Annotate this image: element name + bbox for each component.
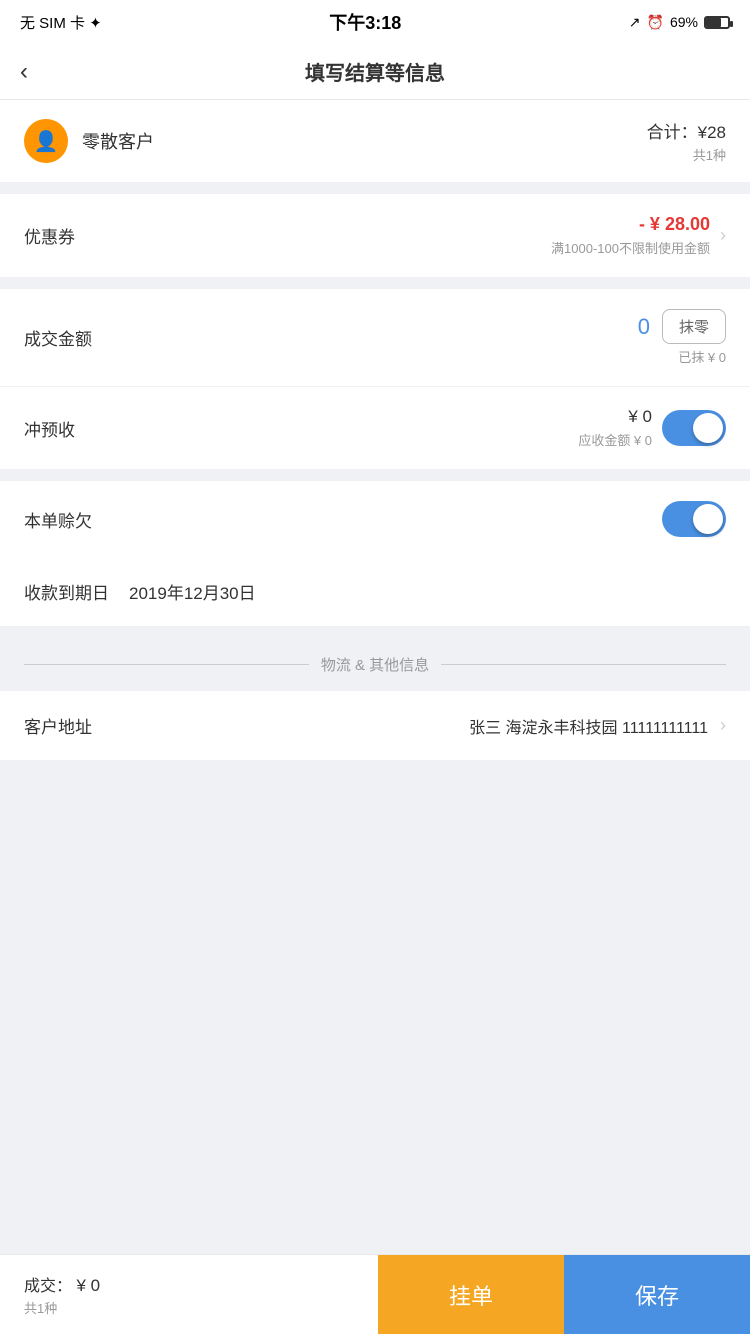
logistics-label: 物流 & 其他信息 xyxy=(321,654,429,675)
prepaid-value-col: ¥ 0 应收金额 ¥ 0 xyxy=(578,407,652,449)
round-off-button[interactable]: 抹零 xyxy=(662,309,726,344)
prepaid-row: 冲预收 ¥ 0 应收金额 ¥ 0 xyxy=(0,386,750,469)
save-button[interactable]: 保存 xyxy=(564,1255,750,1334)
prepaid-right: ¥ 0 应收金额 ¥ 0 xyxy=(578,407,726,449)
prepaid-label: 冲预收 xyxy=(24,416,75,441)
address-value: 张三 海淀永丰科技园 11111111111 xyxy=(104,714,708,738)
credit-toggle[interactable] xyxy=(662,501,726,537)
coupon-sub: 满1000-100不限制使用金额 xyxy=(551,238,710,257)
prepaid-sub: 应收金额 ¥ 0 xyxy=(578,430,652,449)
coupon-label: 优惠券 xyxy=(24,223,75,248)
status-time: 下午3:18 xyxy=(329,9,401,35)
battery-icon xyxy=(704,16,730,29)
transaction-section: 成交金额 0 抹零 已抹 ¥ 0 冲预收 ¥ 0 应收金额 ¥ 0 xyxy=(0,289,750,469)
bottom-count: 共1种 xyxy=(24,1298,354,1317)
status-left: 无 SIM 卡 ✦ xyxy=(20,12,102,33)
status-bar: 无 SIM 卡 ✦ 下午3:18 ↗ ⏰ 69% xyxy=(0,0,750,44)
due-date-row: 收款到期日 2019年12月30日 xyxy=(0,557,750,626)
transaction-label: 成交金额 xyxy=(24,325,92,350)
transaction-right: 0 抹零 已抹 ¥ 0 xyxy=(638,309,726,366)
coupon-section: 优惠券 - ¥ 28.00 满1000-100不限制使用金额 › xyxy=(0,194,750,277)
due-date-label: 收款到期日 xyxy=(24,579,109,604)
coupon-row[interactable]: 优惠券 - ¥ 28.00 满1000-100不限制使用金额 › xyxy=(0,194,750,277)
coupon-right: - ¥ 28.00 满1000-100不限制使用金额 › xyxy=(551,214,726,257)
bottom-transaction-amount: ¥ 0 xyxy=(76,1276,100,1295)
address-row[interactable]: 客户地址 张三 海淀永丰科技园 11111111111 › xyxy=(0,691,750,760)
logistics-divider: 物流 & 其他信息 xyxy=(0,638,750,691)
bottom-info: 成交： ¥ 0 共1种 xyxy=(0,1272,378,1317)
coupon-value-col: - ¥ 28.00 满1000-100不限制使用金额 xyxy=(551,214,710,257)
divider-line-right xyxy=(441,664,726,665)
prepaid-amount: ¥ 0 xyxy=(578,407,652,427)
coupon-discount: - ¥ 28.00 xyxy=(551,214,710,235)
nav-bar: ‹ 填写结算等信息 xyxy=(0,44,750,100)
prepaid-toggle[interactable] xyxy=(662,410,726,446)
customer-row: 👤 零散客户 合计：¥28 共1种 xyxy=(0,100,750,182)
address-label: 客户地址 xyxy=(24,713,92,738)
address-section: 客户地址 张三 海淀永丰科技园 11111111111 › xyxy=(0,691,750,760)
transaction-amount: 0 xyxy=(638,314,650,340)
credit-right xyxy=(662,501,726,537)
address-chevron-icon: › xyxy=(720,715,726,736)
coupon-chevron-icon: › xyxy=(720,225,726,246)
alarm-icon: ⏰ xyxy=(647,14,664,31)
bottom-bar: 成交： ¥ 0 共1种 挂单 保存 xyxy=(0,1254,750,1334)
transaction-sub: 已抹 ¥ 0 xyxy=(638,347,726,366)
person-icon: 👤 xyxy=(34,129,59,154)
bottom-transaction-label: 成交： xyxy=(24,1278,72,1295)
main-content: 👤 零散客户 合计：¥28 共1种 优惠券 - ¥ 28.00 满1000-10… xyxy=(0,100,750,872)
total-amount: 合计：¥28 xyxy=(647,118,726,143)
transaction-amount-row: 成交金额 0 抹零 已抹 ¥ 0 xyxy=(0,289,750,386)
hang-order-button[interactable]: 挂单 xyxy=(378,1255,564,1334)
divider-line-left xyxy=(24,664,309,665)
battery-text: 69% xyxy=(670,14,698,30)
credit-section: 本单赊欠 收款到期日 2019年12月30日 xyxy=(0,481,750,626)
credit-label: 本单赊欠 xyxy=(24,507,92,532)
avatar: 👤 xyxy=(24,119,68,163)
customer-total: 合计：¥28 共1种 xyxy=(647,118,726,164)
transaction-value-col: 0 抹零 已抹 ¥ 0 xyxy=(638,309,726,366)
credit-row: 本单赊欠 xyxy=(0,481,750,557)
no-sim-text: 无 SIM 卡 ✦ xyxy=(20,12,102,33)
bottom-transaction: 成交： ¥ 0 xyxy=(24,1272,354,1296)
total-count: 共1种 xyxy=(647,145,726,164)
toggle-knob xyxy=(693,413,723,443)
page-title: 填写结算等信息 xyxy=(305,57,445,86)
location-icon: ↗ xyxy=(629,14,641,31)
status-right: ↗ ⏰ 69% xyxy=(629,14,730,31)
due-date-value: 2019年12月30日 xyxy=(129,579,256,604)
customer-name: 零散客户 xyxy=(82,128,154,154)
credit-toggle-knob xyxy=(693,504,723,534)
back-button[interactable]: ‹ xyxy=(20,58,28,86)
customer-left: 👤 零散客户 xyxy=(24,119,154,163)
customer-card: 👤 零散客户 合计：¥28 共1种 xyxy=(0,100,750,182)
